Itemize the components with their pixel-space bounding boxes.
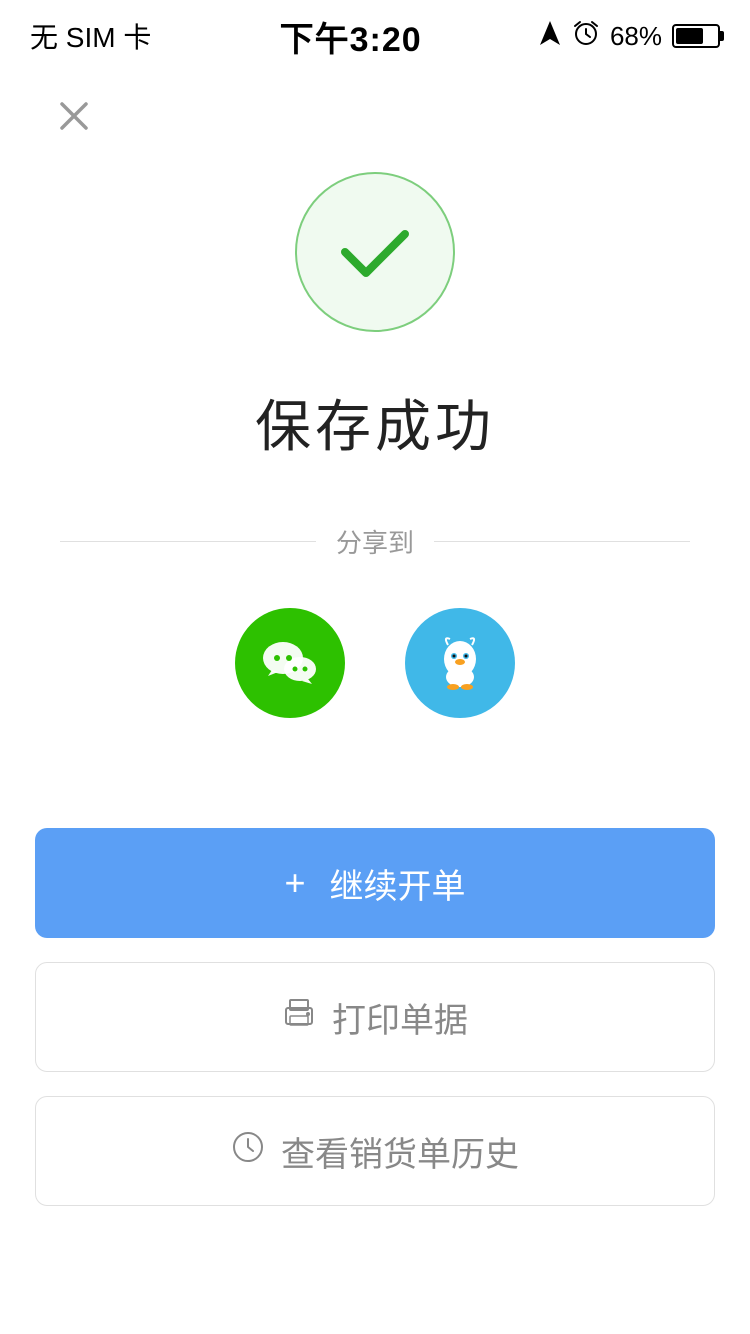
continue-button[interactable]: + 继续开单 [35, 828, 715, 938]
qq-share-button[interactable] [405, 608, 515, 718]
status-left: 无 SIM 卡 [30, 16, 163, 56]
status-right: 68% [538, 19, 720, 54]
location-icon [538, 19, 562, 54]
share-section: 分享到 [0, 523, 750, 778]
battery-percent: 68% [610, 21, 662, 52]
carrier-text: 无 SIM 卡 [30, 16, 151, 56]
share-icons [60, 608, 690, 718]
main-content: 保存成功 分享到 [0, 72, 750, 1206]
alarm-icon [572, 19, 600, 54]
battery-icon [672, 24, 720, 48]
status-time: 下午3:20 [280, 12, 422, 61]
history-button[interactable]: 查看销货单历史 [35, 1096, 715, 1206]
history-label: 查看销货单历史 [281, 1127, 519, 1176]
status-bar: 无 SIM 卡 下午3:20 68% [0, 0, 750, 72]
continue-icon: + [284, 862, 305, 904]
wechat-share-button[interactable] [235, 608, 345, 718]
success-title: 保存成功 [255, 382, 495, 463]
print-icon [282, 998, 316, 1036]
close-button[interactable] [44, 86, 104, 146]
divider-right [434, 541, 690, 542]
success-icon-circle [295, 172, 455, 332]
action-buttons: + 继续开单 打印单据 查看销货单历史 [35, 828, 715, 1206]
print-label: 打印单据 [332, 993, 468, 1042]
share-label: 分享到 [336, 523, 414, 560]
continue-label: 继续开单 [330, 859, 466, 908]
print-button[interactable]: 打印单据 [35, 962, 715, 1072]
share-divider: 分享到 [60, 523, 690, 560]
history-icon [231, 1130, 265, 1173]
divider-left [60, 541, 316, 542]
